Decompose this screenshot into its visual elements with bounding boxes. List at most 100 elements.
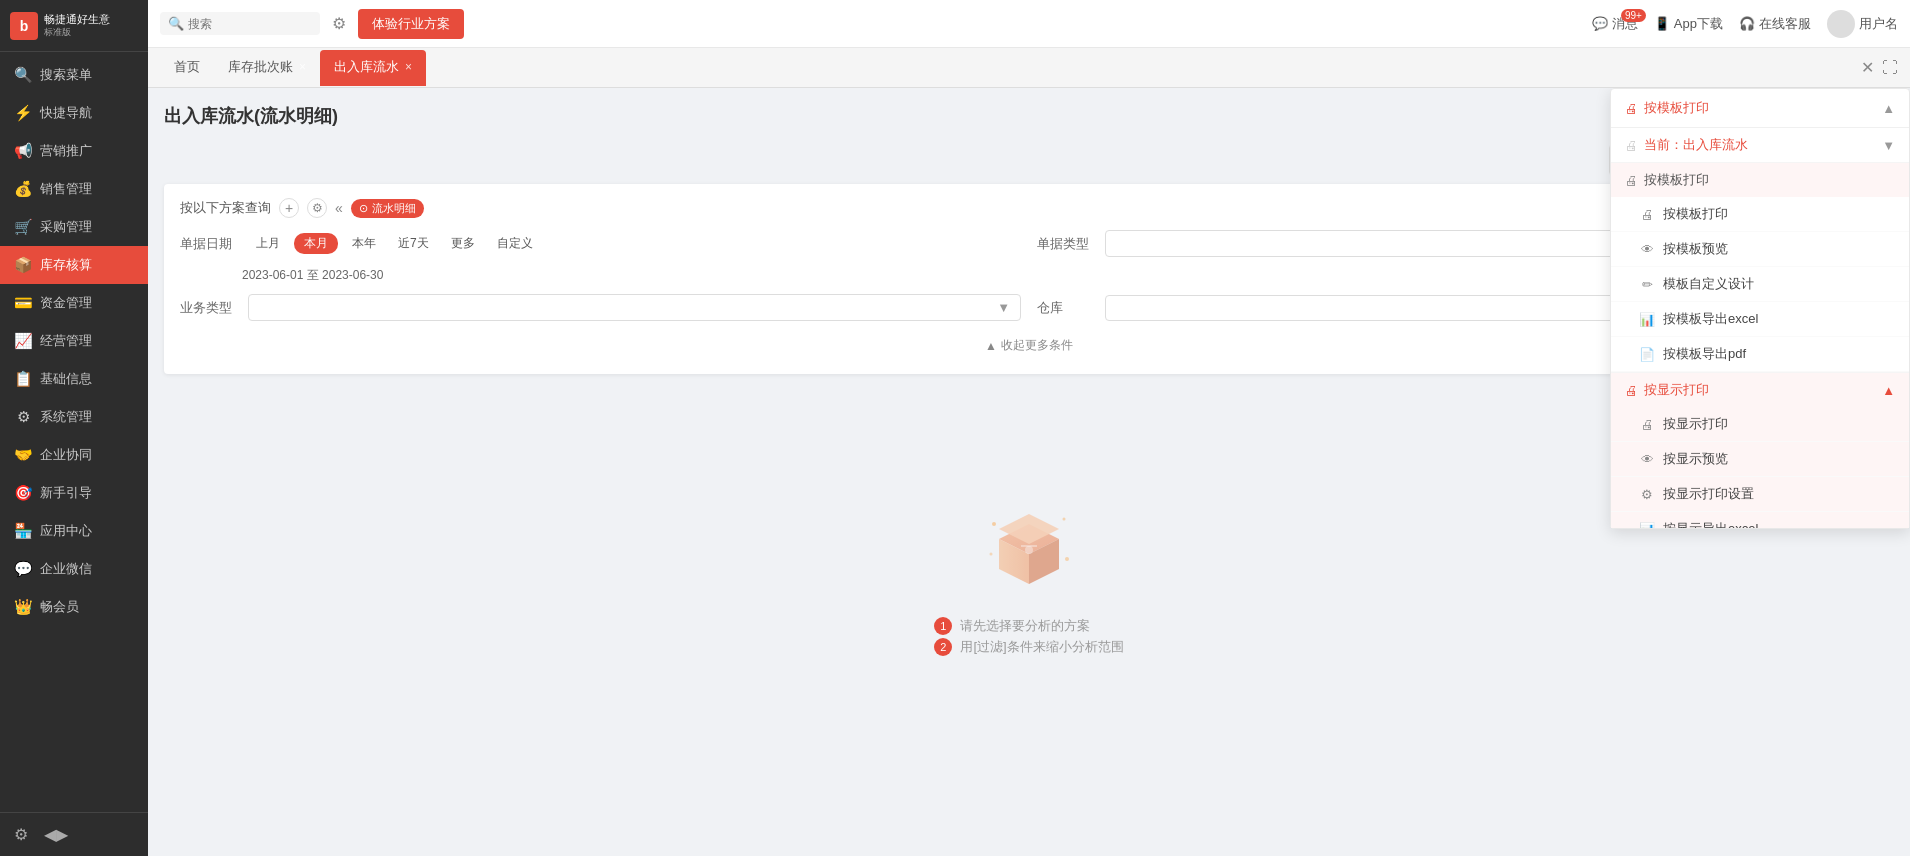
dropdown-item-template-print[interactable]: 🖨 按模板打印 — [1611, 197, 1909, 232]
sidebar-item-operations[interactable]: 📈 经营管理 — [0, 322, 148, 360]
content-area: 出入库流水(流水明细) 🖨 按模板打印 ▲ 📤 导出 🔄 刷新 按以下方案查询 … — [148, 88, 1910, 856]
dropdown-item-template-preview[interactable]: 👁 按模板预览 — [1611, 232, 1909, 267]
search-icon: 🔍 — [168, 16, 184, 31]
dropdown-item-display-preview[interactable]: 👁 按显示预览 — [1611, 442, 1909, 477]
item-display-print-icon: 🖨 — [1639, 417, 1655, 432]
sidebar-item-system[interactable]: ⚙ 系统管理 — [0, 398, 148, 436]
tab-stock-flow-close-icon[interactable]: × — [405, 60, 412, 74]
dropdown-item-template-export-pdf[interactable]: 📄 按模板导出pdf — [1611, 337, 1909, 372]
sidebar-item-marketing[interactable]: 📢 营销推广 — [0, 132, 148, 170]
user-profile[interactable]: 用户名 — [1827, 10, 1898, 38]
window-expand-icon[interactable]: ⛶ — [1882, 59, 1898, 77]
dropdown-header: 🖨 按模板打印 ▲ — [1611, 89, 1909, 128]
sidebar-item-app-center[interactable]: 🏪 应用中心 — [0, 512, 148, 550]
filter-tag[interactable]: ⊙ 流水明细 — [351, 199, 424, 218]
collapse-sidebar-icon[interactable]: ◀▶ — [44, 825, 68, 844]
sidebar-item-finance[interactable]: 💳 资金管理 — [0, 284, 148, 322]
template-section-text: 按模板打印 — [1644, 171, 1709, 189]
date-field-label: 单据日期 — [180, 235, 240, 253]
sidebar-item-guide[interactable]: 🎯 新手引导 — [0, 474, 148, 512]
date-opt-more[interactable]: 更多 — [443, 233, 483, 254]
empty-illustration — [979, 494, 1079, 594]
dropdown-collapse-icon[interactable]: ▲ — [1882, 101, 1895, 116]
dropdown-item-label: 按显示预览 — [1663, 450, 1728, 468]
sidebar-nav: 🔍 搜索菜单 ⚡ 快捷导航 📢 营销推广 💰 销售管理 🛒 采购管理 📦 库存核… — [0, 52, 148, 812]
sidebar-item-quick-nav[interactable]: ⚡ 快捷导航 — [0, 94, 148, 132]
sidebar-item-sales[interactable]: 💰 销售管理 — [0, 170, 148, 208]
app-version: 标准版 — [44, 26, 110, 39]
sidebar: b 畅捷通好生意 标准版 🔍 搜索菜单 ⚡ 快捷导航 📢 营销推广 💰 销售管理… — [0, 0, 148, 856]
sidebar-item-purchase[interactable]: 🛒 采购管理 — [0, 208, 148, 246]
warehouse-label: 仓库 — [1037, 299, 1097, 317]
dropdown-item-template-custom[interactable]: ✏ 模板自定义设计 — [1611, 267, 1909, 302]
collapse-up-icon: ▲ — [985, 339, 997, 353]
topbar-search-box[interactable]: 🔍 — [160, 12, 320, 35]
settings-icon[interactable]: ⚙ — [14, 825, 28, 844]
app-download-button[interactable]: 📱 App下载 — [1654, 15, 1723, 33]
sidebar-item-label: 销售管理 — [40, 180, 92, 198]
svg-point-6 — [992, 522, 996, 526]
window-close-icon[interactable]: ✕ — [1861, 58, 1874, 77]
dropdown-current-section: 🖨 当前：出入库流水 ▼ — [1611, 128, 1909, 163]
filter-add-button[interactable]: + — [279, 198, 299, 218]
template-section-icon: 🖨 — [1625, 173, 1638, 188]
window-controls: ✕ ⛶ — [1861, 58, 1898, 77]
tab-inventory-batch-close-icon[interactable]: × — [299, 60, 306, 74]
app-name: 畅捷通好生意 — [44, 12, 110, 26]
dropdown-current-header[interactable]: 🖨 当前：出入库流水 ▼ — [1611, 128, 1909, 162]
online-service-button[interactable]: 🎧 在线客服 — [1739, 15, 1811, 33]
inventory-icon: 📦 — [14, 256, 32, 274]
filter-collapse-icon[interactable]: « — [335, 200, 343, 216]
tab-home-label: 首页 — [174, 59, 200, 74]
date-opt-current-month[interactable]: 本月 — [294, 233, 338, 254]
system-icon: ⚙ — [14, 408, 32, 426]
dropdown-item-display-settings[interactable]: ⚙ 按显示打印设置 — [1611, 477, 1909, 512]
sidebar-item-label: 企业微信 — [40, 560, 92, 578]
sidebar-item-label: 库存核算 — [40, 256, 92, 274]
sidebar-item-search-menu[interactable]: 🔍 搜索菜单 — [0, 56, 148, 94]
tab-stock-flow[interactable]: 出入库流水 × — [320, 50, 426, 86]
dropdown-item-display-export-excel[interactable]: 📊 按显示导出excel — [1611, 512, 1909, 528]
current-section-text: 当前：出入库流水 — [1644, 136, 1748, 154]
tab-home[interactable]: 首页 — [160, 50, 214, 86]
step-1-text: 请先选择要分析的方案 — [960, 617, 1090, 635]
date-opt-7days[interactable]: 近7天 — [390, 233, 437, 254]
svg-point-8 — [990, 553, 993, 556]
collapse-label: 收起更多条件 — [1001, 337, 1073, 354]
sidebar-item-inventory[interactable]: 📦 库存核算 — [0, 246, 148, 284]
quick-nav-icon: ⚡ — [14, 104, 32, 122]
filter-business-type-field: 业务类型 ▼ — [180, 294, 1021, 321]
business-type-label: 业务类型 — [180, 299, 240, 317]
dropdown-current-label: 🖨 当前：出入库流水 — [1625, 136, 1748, 154]
industry-solution-button[interactable]: 体验行业方案 — [358, 9, 464, 39]
sidebar-item-membership[interactable]: 👑 畅会员 — [0, 588, 148, 626]
step-1-number: 1 — [934, 617, 952, 635]
topbar-gear-icon[interactable]: ⚙ — [332, 14, 346, 33]
date-options: 上月 本月 本年 近7天 更多 自定义 — [248, 233, 541, 254]
message-button[interactable]: 💬 消息 99+ — [1592, 15, 1638, 33]
sidebar-item-label: 快捷导航 — [40, 104, 92, 122]
dropdown-display-section-header[interactable]: 🖨 按显示打印 ▲ — [1611, 373, 1909, 407]
sidebar-item-label: 基础信息 — [40, 370, 92, 388]
sidebar-item-wechat[interactable]: 💬 企业微信 — [0, 550, 148, 588]
tab-inventory-batch[interactable]: 库存批次账 × — [214, 50, 320, 86]
search-menu-icon: 🔍 — [14, 66, 32, 84]
dropdown-item-label: 按模板打印 — [1663, 205, 1728, 223]
item-preview-icon: 👁 — [1639, 242, 1655, 257]
dropdown-template-section-header[interactable]: 🖨 按模板打印 — [1611, 163, 1909, 197]
sidebar-bottom: ⚙ ◀▶ — [0, 812, 148, 856]
business-type-select[interactable]: ▼ — [248, 294, 1021, 321]
date-opt-last-month[interactable]: 上月 — [248, 233, 288, 254]
dropdown-item-template-export-excel[interactable]: 📊 按模板导出excel — [1611, 302, 1909, 337]
dropdown-item-display-print[interactable]: 🖨 按显示打印 — [1611, 407, 1909, 442]
item-pdf-icon: 📄 — [1639, 347, 1655, 362]
date-opt-current-year[interactable]: 本年 — [344, 233, 384, 254]
search-input[interactable] — [188, 17, 308, 31]
sidebar-item-basic[interactable]: 📋 基础信息 — [0, 360, 148, 398]
filter-setting-button[interactable]: ⚙ — [307, 198, 327, 218]
dropdown-header-text: 按模板打印 — [1644, 99, 1709, 117]
sidebar-logo: b 畅捷通好生意 标准版 — [0, 0, 148, 52]
sidebar-item-cooperation[interactable]: 🤝 企业协同 — [0, 436, 148, 474]
item-print-icon: 🖨 — [1639, 207, 1655, 222]
date-opt-custom[interactable]: 自定义 — [489, 233, 541, 254]
